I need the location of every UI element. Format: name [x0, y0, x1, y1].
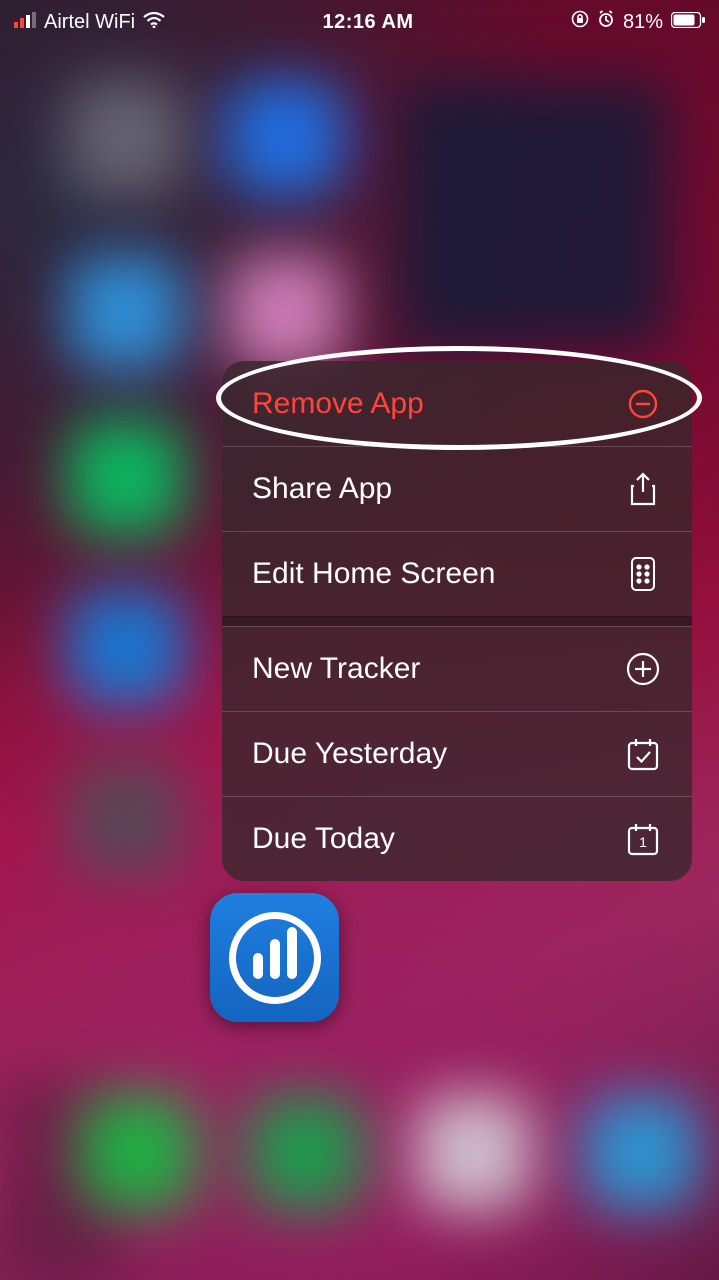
menu-item-label: Share App: [252, 472, 392, 506]
cellular-signal-icon: [14, 11, 36, 34]
menu-item-label: Due Yesterday: [252, 737, 447, 771]
battery-percent-label: 81%: [623, 11, 663, 34]
calendar-check-icon: [624, 735, 662, 773]
app-context-menu: Remove App Share App Edit Home Screen: [222, 361, 692, 881]
share-icon: [624, 470, 662, 508]
tracker-app-icon[interactable]: [210, 893, 339, 1022]
plus-circle-icon: [624, 650, 662, 688]
due-yesterday-item[interactable]: Due Yesterday: [222, 711, 692, 796]
new-tracker-item[interactable]: New Tracker: [222, 626, 692, 711]
bar-chart-icon: [229, 912, 321, 1004]
orientation-lock-icon: [571, 10, 589, 34]
menu-item-label: New Tracker: [252, 652, 420, 686]
svg-text:1: 1: [639, 834, 647, 850]
minus-circle-icon: [624, 385, 662, 423]
share-app-item[interactable]: Share App: [222, 446, 692, 531]
due-today-item[interactable]: Due Today 1: [222, 796, 692, 881]
apps-grid-icon: [624, 555, 662, 593]
menu-group-separator: [222, 616, 692, 626]
menu-item-label: Edit Home Screen: [252, 557, 495, 591]
battery-icon: [671, 11, 705, 34]
alarm-icon: [597, 10, 615, 34]
edit-home-screen-item[interactable]: Edit Home Screen: [222, 531, 692, 616]
carrier-label: Airtel WiFi: [44, 11, 135, 34]
menu-item-label: Remove App: [252, 387, 424, 421]
status-bar: Airtel WiFi 12:16 AM 81%: [0, 0, 719, 44]
remove-app-item[interactable]: Remove App: [222, 361, 692, 446]
wifi-icon: [143, 11, 165, 34]
menu-item-label: Due Today: [252, 822, 395, 856]
calendar-day-icon: 1: [624, 820, 662, 858]
clock-label: 12:16 AM: [323, 11, 414, 34]
